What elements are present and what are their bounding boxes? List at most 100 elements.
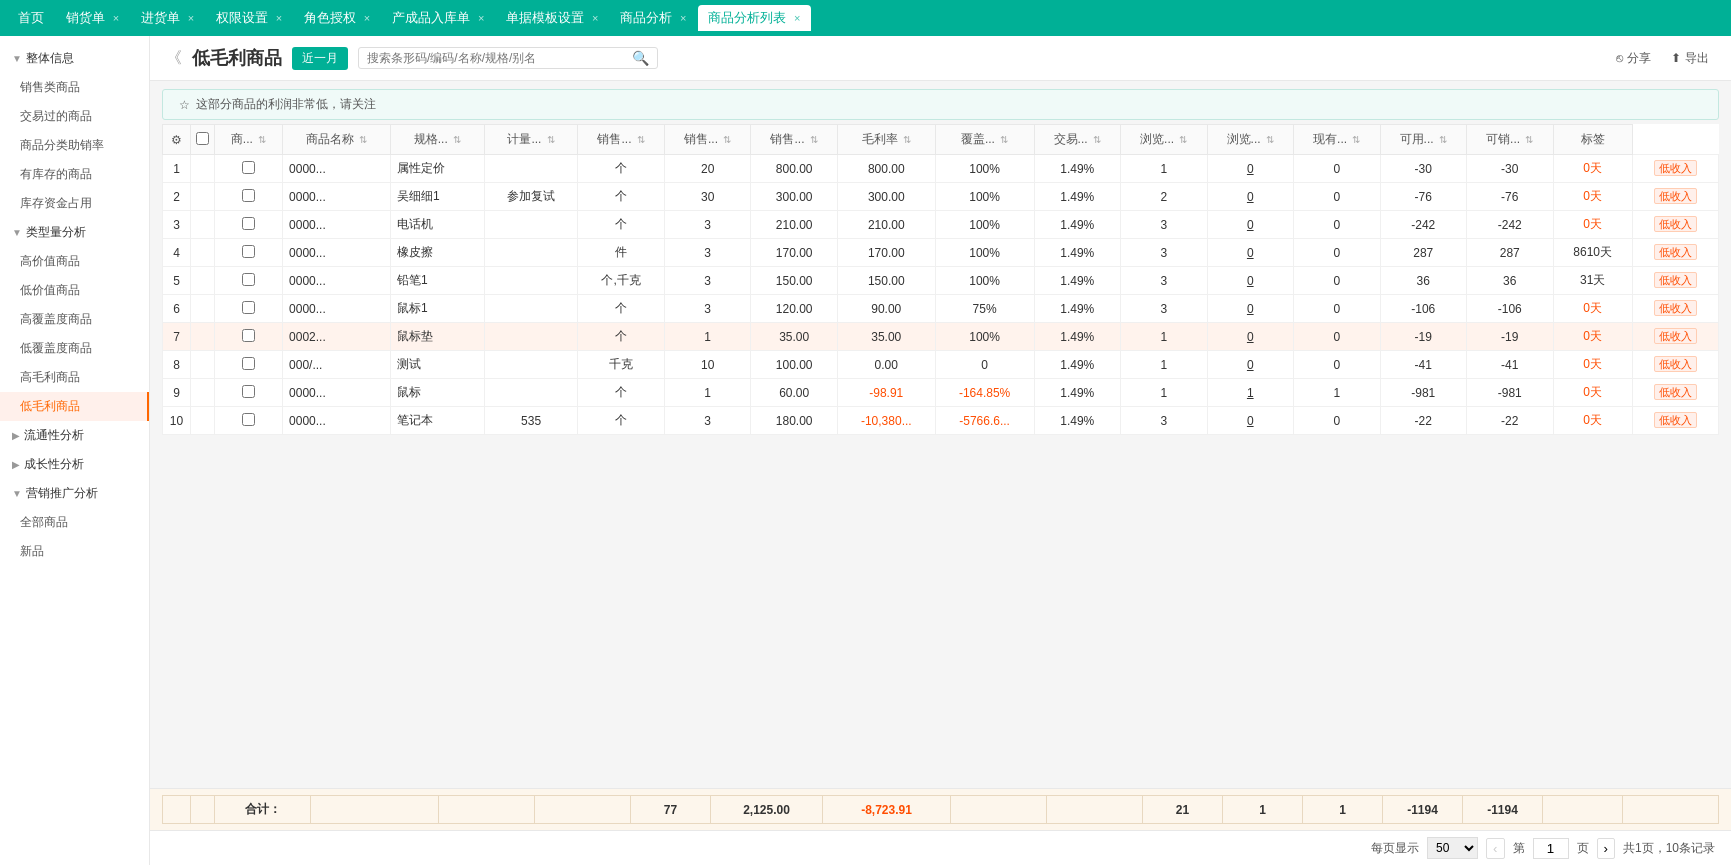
export-button[interactable]: ⬆ 导出 (1665, 47, 1715, 70)
cell-settings (191, 323, 215, 351)
nav-permission[interactable]: 权限设置 × (206, 5, 292, 31)
sidebar-group-circulation[interactable]: ▶ 流通性分析 (0, 421, 149, 450)
col-browse1[interactable]: 浏览... ⇅ (1121, 125, 1208, 155)
cell-checkbox[interactable] (215, 239, 283, 267)
nav-goods-analysis-list[interactable]: 商品分析列表 × (698, 5, 810, 31)
nav-purchase[interactable]: 进货单 × (131, 5, 204, 31)
cell-browse1[interactable]: 1 (1207, 379, 1294, 407)
col-sales-qty[interactable]: 销售... ⇅ (578, 125, 665, 155)
row-checkbox[interactable] (242, 217, 255, 230)
col-checkbox[interactable] (191, 125, 215, 155)
next-page-button[interactable]: › (1597, 838, 1615, 859)
sidebar-group-marketing[interactable]: ▼ 营销推广分析 (0, 479, 149, 508)
cell-browse1[interactable]: 0 (1207, 239, 1294, 267)
cell-checkbox[interactable] (215, 351, 283, 379)
nav-sales-close[interactable]: × (113, 12, 119, 24)
col-unit[interactable]: 计量... ⇅ (484, 125, 578, 155)
sidebar-item-high-margin[interactable]: 高毛利商品 (0, 363, 149, 392)
cell-browse1[interactable]: 0 (1207, 267, 1294, 295)
sidebar-item-sales-goods[interactable]: 销售类商品 (0, 73, 149, 102)
cell-browse1[interactable]: 0 (1207, 155, 1294, 183)
cell-browse1[interactable]: 0 (1207, 323, 1294, 351)
cell-checkbox[interactable] (215, 379, 283, 407)
cell-checkbox[interactable] (215, 211, 283, 239)
nav-goods-close[interactable]: × (680, 12, 686, 24)
sidebar-item-low-coverage[interactable]: 低覆盖度商品 (0, 334, 149, 363)
row-checkbox[interactable] (242, 245, 255, 258)
cell-checkbox[interactable] (215, 267, 283, 295)
col-tag[interactable]: 标签 (1553, 125, 1632, 155)
nav-goods-list-close[interactable]: × (794, 12, 800, 24)
nav-role-close[interactable]: × (364, 12, 370, 24)
cell-checkbox[interactable] (215, 155, 283, 183)
sidebar-item-high-value[interactable]: 高价值商品 (0, 247, 149, 276)
cell-browse1[interactable]: 0 (1207, 351, 1294, 379)
row-checkbox[interactable] (242, 301, 255, 314)
page-input[interactable] (1533, 838, 1569, 859)
cell-browse1[interactable]: 0 (1207, 407, 1294, 435)
select-all-checkbox[interactable] (196, 132, 209, 145)
col-available[interactable]: 可用... ⇅ (1380, 125, 1467, 155)
nav-goods-analysis[interactable]: 商品分析 × (610, 5, 696, 31)
sidebar-group-type[interactable]: ▼ 类型量分析 (0, 218, 149, 247)
cell-browse1[interactable]: 0 (1207, 183, 1294, 211)
sidebar-item-traded-goods[interactable]: 交易过的商品 (0, 102, 149, 131)
col-code[interactable]: 商... ⇅ (215, 125, 283, 155)
nav-purchase-close[interactable]: × (188, 12, 194, 24)
row-checkbox[interactable] (242, 385, 255, 398)
col-trade[interactable]: 交易... ⇅ (1034, 125, 1121, 155)
nav-template-close[interactable]: × (592, 12, 598, 24)
col-sales-price[interactable]: 销售... ⇅ (664, 125, 751, 155)
col-spec[interactable]: 规格... ⇅ (391, 125, 485, 155)
sidebar-item-in-stock-goods[interactable]: 有库存的商品 (0, 160, 149, 189)
search-icon[interactable]: 🔍 (632, 50, 649, 66)
nav-product-close[interactable]: × (478, 12, 484, 24)
nav-role[interactable]: 角色授权 × (294, 5, 380, 31)
col-name[interactable]: 商品名称 ⇅ (283, 125, 391, 155)
cell-trade: 3 (1121, 211, 1208, 239)
search-input[interactable] (367, 51, 632, 65)
cell-checkbox[interactable] (215, 183, 283, 211)
row-checkbox[interactable] (242, 357, 255, 370)
sidebar-item-capital[interactable]: 库存资金占用 (0, 189, 149, 218)
cell-browse1[interactable]: 0 (1207, 211, 1294, 239)
nav-home[interactable]: 首页 (8, 5, 54, 31)
per-page-select[interactable]: 50 100 (1427, 837, 1478, 859)
time-filter-button[interactable]: 近一月 (292, 47, 348, 70)
share-button[interactable]: ⎋ 分享 (1610, 47, 1657, 70)
sidebar-item-low-margin[interactable]: 低毛利商品 (0, 392, 149, 421)
col-coverage[interactable]: 覆盖... ⇅ (935, 125, 1034, 155)
cell-sales-price: 170.00 (751, 239, 838, 267)
cell-spec (484, 267, 578, 295)
nav-sales[interactable]: 销货单 × (56, 5, 129, 31)
row-checkbox[interactable] (242, 273, 255, 286)
sidebar-item-low-value[interactable]: 低价值商品 (0, 276, 149, 305)
row-checkbox[interactable] (242, 329, 255, 342)
row-checkbox[interactable] (242, 161, 255, 174)
sidebar-item-new-goods[interactable]: 新品 (0, 537, 149, 566)
sidebar-item-high-coverage[interactable]: 高覆盖度商品 (0, 305, 149, 334)
col-sales-profit[interactable]: 销售... ⇅ (751, 125, 838, 155)
cell-row-no: 3 (163, 211, 191, 239)
nav-product-stock[interactable]: 产成品入库单 × (382, 5, 494, 31)
col-current-stock[interactable]: 现有... ⇅ (1294, 125, 1381, 155)
sidebar-group-overall[interactable]: ▼ 整体信息 (0, 44, 149, 73)
prev-page-button[interactable]: ‹ (1486, 838, 1504, 859)
col-gross-rate[interactable]: 毛利率 ⇅ (837, 125, 935, 155)
row-checkbox[interactable] (242, 413, 255, 426)
cell-checkbox[interactable] (215, 295, 283, 323)
cell-checkbox[interactable] (215, 323, 283, 351)
nav-permission-close[interactable]: × (276, 12, 282, 24)
sidebar-group-growth[interactable]: ▶ 成长性分析 (0, 450, 149, 479)
cell-browse2: 0 (1294, 351, 1381, 379)
sidebar-item-all-goods[interactable]: 全部商品 (0, 508, 149, 537)
nav-template[interactable]: 单据模板设置 × (496, 5, 608, 31)
col-settings[interactable]: ⚙ (163, 125, 191, 155)
col-browse2[interactable]: 浏览... ⇅ (1207, 125, 1294, 155)
sidebar-collapse-button[interactable]: 《 (166, 48, 182, 69)
row-checkbox[interactable] (242, 189, 255, 202)
col-saleable[interactable]: 可销... ⇅ (1467, 125, 1554, 155)
cell-browse1[interactable]: 0 (1207, 295, 1294, 323)
cell-checkbox[interactable] (215, 407, 283, 435)
sidebar-item-category-rate[interactable]: 商品分类助销率 (0, 131, 149, 160)
